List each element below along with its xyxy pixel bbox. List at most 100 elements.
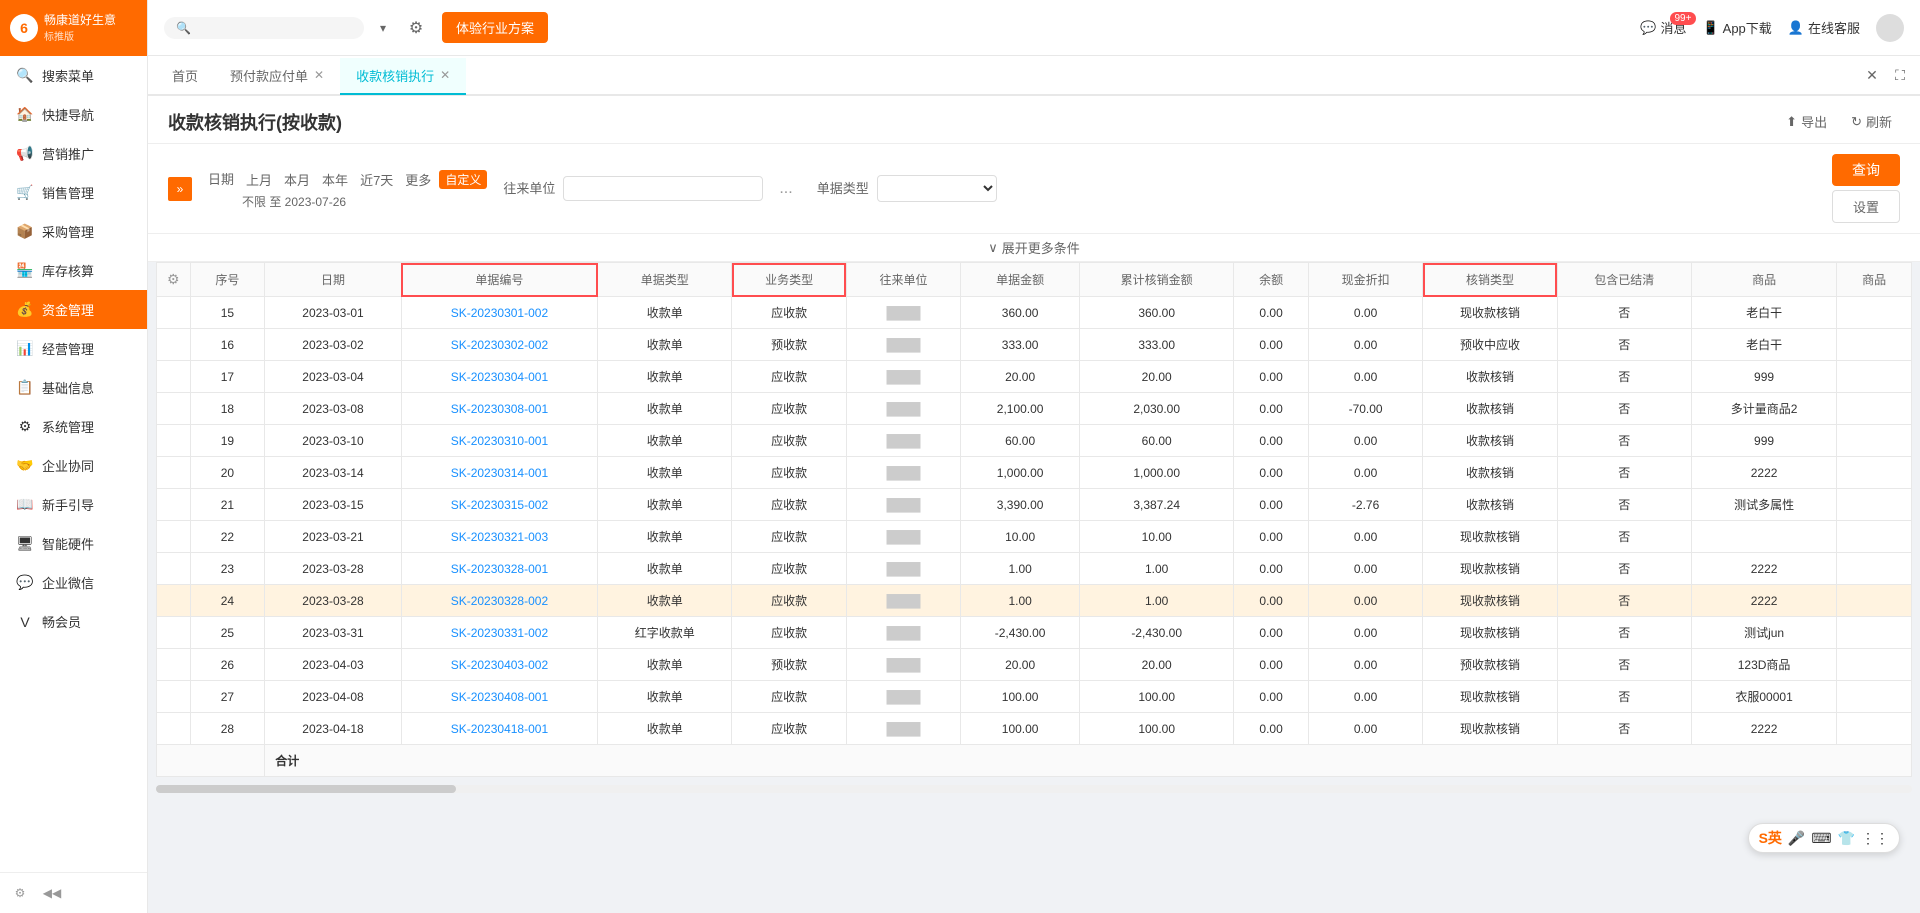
query-button[interactable]: 查询 [1832,154,1900,186]
bill-no-link[interactable]: SK-20230328-001 [451,562,548,576]
table-row[interactable]: 162023-03-02SK-20230302-002收款单预收款████333… [157,329,1912,361]
sidebar-item-guide[interactable]: 📖 新手引导 [0,485,147,524]
table-row[interactable]: 242023-03-28SK-20230328-002收款单应收款████1.0… [157,585,1912,617]
table-row[interactable]: 272023-04-08SK-20230408-001收款单应收款████100… [157,681,1912,713]
sidebar-item-label: 新手引导 [42,495,94,514]
sidebar-item-enterprise[interactable]: 🤝 企业协同 [0,446,147,485]
sidebar-item-quicknav[interactable]: 🏠 快捷导航 [0,95,147,134]
tab-fullscreen-btn[interactable]: ⛶ [1888,63,1912,87]
table-cell: 16 [190,329,265,361]
filter-billtype-select[interactable] [877,175,997,202]
table-cell: 应收款 [732,297,846,329]
filter-date-more[interactable]: 更多 [401,168,435,191]
sidebar-collapse-btn[interactable]: ◀◀ [40,881,64,905]
bill-no-link[interactable]: SK-20230408-001 [451,690,548,704]
topbar-msg-btn[interactable]: 💬 消息 99+ [1640,18,1686,37]
refresh-btn[interactable]: ↻ 刷新 [1843,108,1900,135]
sidebar-item-label: 畅会员 [42,612,81,631]
scrollbar-thumb[interactable] [156,785,456,793]
topbar-gear-btn[interactable]: ⚙ [402,14,430,42]
col-settings-header[interactable]: ⚙ [157,263,191,297]
ft-apps-icon[interactable]: ⋮⋮ [1861,830,1889,847]
filter-toggle-btn[interactable]: » [168,177,192,201]
sidebar-item-member[interactable]: V 畅会员 [0,602,147,641]
table-row[interactable]: 152023-03-01SK-20230301-002收款单应收款████360… [157,297,1912,329]
table-row[interactable]: 282023-04-18SK-20230418-001收款单应收款████100… [157,713,1912,745]
bill-no-link[interactable]: SK-20230310-001 [451,434,548,448]
sidebar-settings-btn[interactable]: ⚙ [8,881,32,905]
table-cell [157,617,191,649]
bill-no-link[interactable]: SK-20230315-002 [451,498,548,512]
table-cell: 2023-03-31 [265,617,402,649]
table-cell [1837,457,1912,489]
sidebar-item-operations[interactable]: 📊 经营管理 [0,329,147,368]
bill-no-link[interactable]: SK-20230328-002 [451,594,548,608]
table-cell: 3,387.24 [1080,489,1234,521]
settings-button[interactable]: 设置 [1832,190,1900,223]
ft-grid-icon[interactable]: ⌨ [1811,830,1831,847]
col-settings-icon[interactable]: ⚙ [167,271,180,287]
sidebar-item-inventory[interactable]: 🏪 库存核算 [0,251,147,290]
bill-no-link[interactable]: SK-20230308-001 [451,402,548,416]
table-cell: 否 [1557,297,1691,329]
table-row[interactable]: 262023-04-03SK-20230403-002收款单预收款████20.… [157,649,1912,681]
filter-expand-btn[interactable]: ∨ 展开更多条件 [988,238,1080,257]
table-cell: 测试多属性 [1691,489,1836,521]
table-cell: 2,030.00 [1080,393,1234,425]
bill-no-link[interactable]: SK-20230301-002 [451,306,548,320]
tab-receipt[interactable]: 收款核销执行 ✕ [340,58,466,95]
tab-receipt-close[interactable]: ✕ [440,68,450,82]
filter-date-this-year[interactable]: 本年 [318,168,352,191]
table-row[interactable]: 212023-03-15SK-20230315-002收款单应收款████3,3… [157,489,1912,521]
tab-home[interactable]: 首页 [156,58,214,95]
sidebar-item-hardware[interactable]: 🖥 智能硬件 [0,524,147,563]
bill-no-link[interactable]: SK-20230314-001 [451,466,548,480]
topbar-service-btn[interactable]: 👤 在线客服 [1788,18,1860,37]
sidebar-item-system[interactable]: ⚙ 系统管理 [0,407,147,446]
topbar-app-btn[interactable]: 📱 App下载 [1702,18,1771,37]
bill-no-link[interactable]: SK-20230302-002 [451,338,548,352]
ft-mic-icon[interactable]: 🎤 [1788,830,1805,847]
table-cell: -2.76 [1308,489,1422,521]
tab-prepay-close[interactable]: ✕ [314,68,324,82]
table-cell: ████ [846,489,960,521]
export-btn[interactable]: ⬆ 导出 [1778,108,1835,135]
bill-no-link[interactable]: SK-20230403-002 [451,658,548,672]
table-row[interactable]: 192023-03-10SK-20230310-001收款单应收款████60.… [157,425,1912,457]
bill-no-link[interactable]: SK-20230304-001 [451,370,548,384]
tab-close-all-btn[interactable]: ✕ [1860,63,1884,87]
sidebar-item-purchase[interactable]: 📦 采购管理 [0,212,147,251]
topbar-dropdown-btn[interactable]: ▾ [376,21,390,35]
table-row[interactable]: 172023-03-04SK-20230304-001收款单应收款████20.… [157,361,1912,393]
purchase-icon: 📦 [16,223,34,241]
sidebar-item-basic[interactable]: 📋 基础信息 [0,368,147,407]
filter-date-7days[interactable]: 近7天 [356,168,397,191]
table-row[interactable]: 182023-03-08SK-20230308-001收款单应收款████2,1… [157,393,1912,425]
filter-date-last-month[interactable]: 上月 [242,168,276,191]
topbar-search-input[interactable] [195,21,315,35]
sidebar-item-marketing[interactable]: 📢 营销推广 [0,134,147,173]
tab-prepay[interactable]: 预付款应付单 ✕ [214,58,340,95]
sidebar-item-label: 快捷导航 [42,105,94,124]
table-row[interactable]: 252023-03-31SK-20230331-002红字收款单应收款████-… [157,617,1912,649]
solution-button[interactable]: 体验行业方案 [442,12,548,43]
filter-dots[interactable]: ... [771,180,800,198]
sidebar-item-sales[interactable]: 🛒 销售管理 [0,173,147,212]
table-row[interactable]: 232023-03-28SK-20230328-001收款单应收款████1.0… [157,553,1912,585]
sidebar-item-wechat[interactable]: 💬 企业微信 [0,563,147,602]
filter-counterpart-input[interactable] [563,176,763,201]
sidebar-item-finance[interactable]: 💰 资金管理 [0,290,147,329]
horizontal-scrollbar[interactable] [156,785,1912,793]
table-cell: 1.00 [1080,585,1234,617]
bill-no-link[interactable]: SK-20230331-002 [451,626,548,640]
sidebar-item-search[interactable]: 🔍 搜索菜单 [0,56,147,95]
table-row[interactable]: 202023-03-14SK-20230314-001收款单应收款████1,0… [157,457,1912,489]
ft-shirt-icon[interactable]: 👕 [1838,830,1855,847]
bill-no-link[interactable]: SK-20230321-003 [451,530,548,544]
tabs-right-controls: ✕ ⛶ [1860,63,1920,87]
bill-no-link[interactable]: SK-20230418-001 [451,722,548,736]
topbar-avatar[interactable] [1876,14,1904,42]
filter-custom-btn[interactable]: 自定义 [439,170,487,189]
table-row[interactable]: 222023-03-21SK-20230321-003收款单应收款████10.… [157,521,1912,553]
filter-date-this-month[interactable]: 本月 [280,168,314,191]
